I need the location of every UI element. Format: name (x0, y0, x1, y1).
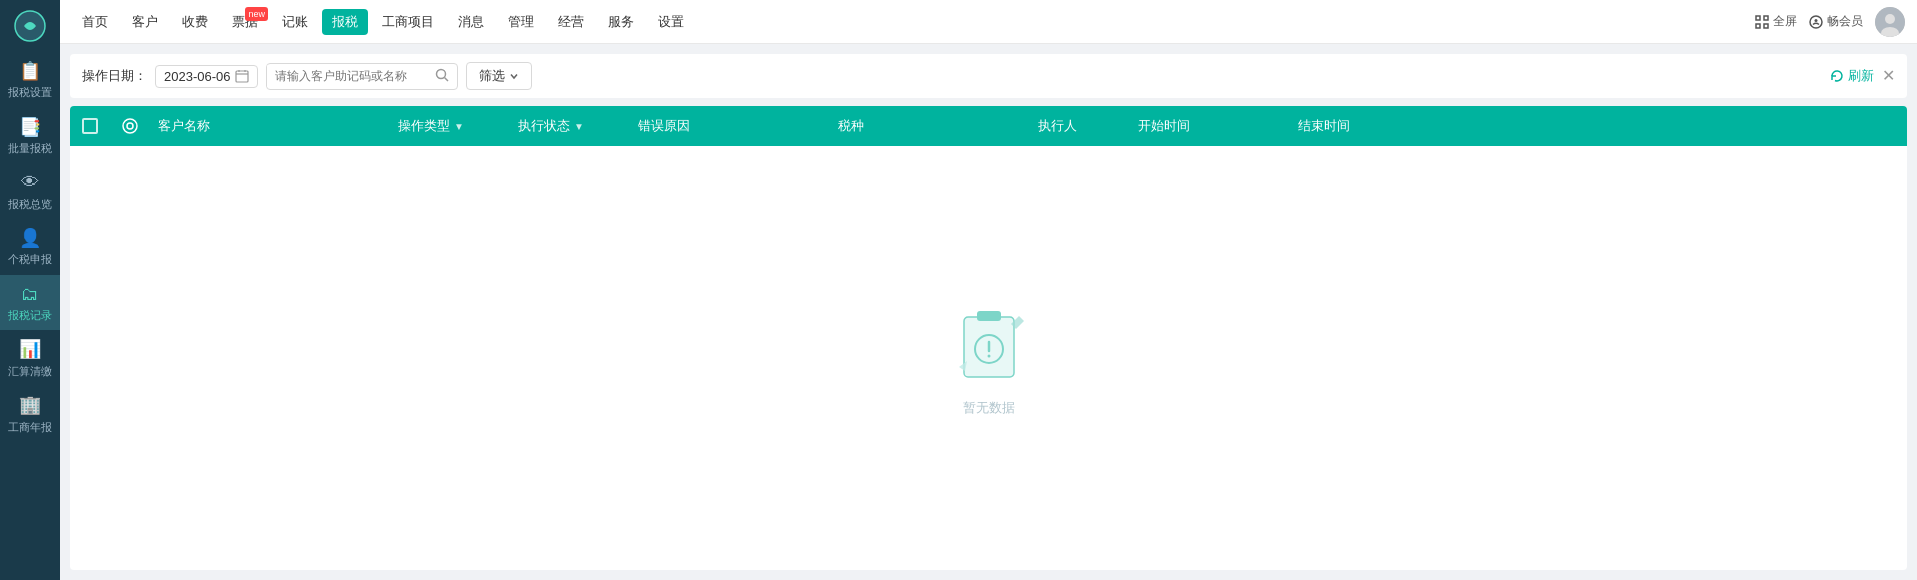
svg-point-16 (127, 123, 133, 129)
svg-rect-10 (236, 71, 248, 82)
svg-rect-1 (1756, 16, 1760, 20)
tax-records-icon: 🗂 (21, 283, 39, 306)
settings-col-icon (122, 118, 138, 134)
nav-items: 首页 客户 收费 票据 new 记账 报税 工商项目 消息 管理 经营 服务 设… (72, 9, 1755, 35)
th-error-reason: 错误原因 (630, 117, 830, 135)
sidebar-item-label: 报税总览 (8, 197, 52, 211)
main-area: 首页 客户 收费 票据 new 记账 报税 工商项目 消息 管理 经营 服务 设… (60, 0, 1917, 580)
refresh-button[interactable]: 刷新 (1830, 67, 1874, 85)
calendar-icon (235, 69, 249, 83)
nav-customer[interactable]: 客户 (122, 9, 168, 35)
tax-summary-icon: 👁 (21, 171, 39, 194)
fullscreen-icon (1755, 15, 1769, 29)
th-customer: 客户名称 (150, 117, 390, 135)
sidebar-item-label: 个税申报 (8, 252, 52, 266)
sidebar-item-label: 工商年报 (8, 420, 52, 434)
sidebar-item-annual-report[interactable]: 🏢 工商年报 (0, 386, 60, 442)
member-icon (1809, 15, 1823, 29)
sidebar-item-label: 批量报税 (8, 141, 52, 155)
sidebar: 📋 报税设置 📑 批量报税 👁 报税总览 👤 个税申报 🗂 报税记录 📊 汇算清… (0, 0, 60, 580)
sort-icon-op-type: ▼ (454, 121, 464, 132)
th-checkbox[interactable] (70, 118, 110, 134)
table-body: 暂无数据 (70, 146, 1907, 570)
svg-point-6 (1815, 19, 1818, 22)
close-button[interactable]: ✕ (1882, 68, 1895, 84)
search-icon (435, 68, 449, 82)
personal-tax-icon: 👤 (19, 227, 41, 250)
th-op-type[interactable]: 操作类型 ▼ (390, 117, 510, 135)
settlement-icon: 📊 (19, 338, 41, 361)
svg-point-14 (436, 69, 445, 78)
filter-label-text: 筛选 (479, 67, 505, 85)
sidebar-item-tax-settings[interactable]: 📋 报税设置 (0, 52, 60, 108)
th-exec-status[interactable]: 执行状态 ▼ (510, 117, 630, 135)
nav-tax[interactable]: 报税 (322, 9, 368, 35)
refresh-icon (1830, 69, 1844, 83)
nav-home[interactable]: 首页 (72, 9, 118, 35)
search-input[interactable] (267, 65, 427, 87)
annual-report-icon: 🏢 (19, 394, 41, 417)
svg-rect-4 (1764, 24, 1768, 28)
select-all-checkbox[interactable] (82, 118, 98, 134)
filter-button[interactable]: 筛选 (466, 62, 532, 90)
nav-messages[interactable]: 消息 (448, 9, 494, 35)
member-label: 畅会员 (1827, 13, 1863, 30)
page-content: 操作日期： 2023-06-06 (60, 44, 1917, 580)
nav-services[interactable]: 服务 (598, 9, 644, 35)
sidebar-item-settlement[interactable]: 📊 汇算清缴 (0, 330, 60, 386)
nav-accounts[interactable]: 记账 (272, 9, 318, 35)
empty-state: 暂无数据 (70, 146, 1907, 570)
fullscreen-label: 全屏 (1773, 13, 1797, 30)
batch-tax-icon: 📑 (19, 116, 41, 139)
date-value: 2023-06-06 (164, 69, 231, 84)
svg-point-22 (987, 355, 990, 358)
search-box (266, 63, 458, 90)
top-navbar: 首页 客户 收费 票据 new 记账 报税 工商项目 消息 管理 经营 服务 设… (60, 0, 1917, 44)
search-button[interactable] (427, 64, 457, 89)
th-settings[interactable] (110, 118, 150, 134)
sort-icon-exec-status: ▼ (574, 121, 584, 132)
svg-rect-2 (1764, 16, 1768, 20)
date-picker[interactable]: 2023-06-06 (155, 65, 258, 88)
nav-invoice[interactable]: 票据 new (222, 9, 268, 35)
nav-business[interactable]: 工商项目 (372, 9, 444, 35)
th-tax-type: 税种 (830, 117, 1030, 135)
sidebar-item-label: 报税记录 (8, 308, 52, 322)
nav-operations[interactable]: 经营 (548, 9, 594, 35)
sidebar-item-tax-summary[interactable]: 👁 报税总览 (0, 163, 60, 219)
th-executor: 执行人 (1030, 117, 1130, 135)
svg-rect-19 (977, 311, 1001, 321)
refresh-label: 刷新 (1848, 67, 1874, 85)
member-button[interactable]: 畅会员 (1809, 13, 1863, 30)
invoice-badge: new (245, 7, 268, 21)
avatar-image (1875, 7, 1905, 37)
sidebar-item-label: 汇算清缴 (8, 364, 52, 378)
navbar-right: 全屏 畅会员 (1755, 7, 1905, 37)
empty-text: 暂无数据 (963, 399, 1015, 417)
sidebar-item-personal-tax[interactable]: 👤 个税申报 (0, 219, 60, 275)
user-avatar[interactable] (1875, 7, 1905, 37)
svg-point-8 (1885, 14, 1895, 24)
nav-management[interactable]: 管理 (498, 9, 544, 35)
sidebar-item-batch-tax[interactable]: 📑 批量报税 (0, 108, 60, 164)
tax-settings-icon: 📋 (19, 60, 41, 83)
sidebar-item-label: 报税设置 (8, 85, 52, 99)
nav-billing[interactable]: 收费 (172, 9, 218, 35)
data-table: 客户名称 操作类型 ▼ 执行状态 ▼ 错误原因 税种 执行人 (70, 106, 1907, 570)
nav-settings[interactable]: 设置 (648, 9, 694, 35)
chevron-down-icon (509, 71, 519, 81)
svg-point-17 (123, 119, 137, 133)
date-label: 操作日期： (82, 67, 147, 85)
sidebar-item-tax-records[interactable]: 🗂 报税记录 (0, 275, 60, 331)
th-end-time: 结束时间 (1290, 117, 1410, 135)
empty-svg (949, 299, 1029, 389)
table-header: 客户名称 操作类型 ▼ 执行状态 ▼ 错误原因 税种 执行人 (70, 106, 1907, 146)
empty-illustration (949, 299, 1029, 389)
svg-rect-3 (1756, 24, 1760, 28)
svg-line-15 (444, 77, 448, 81)
filter-bar: 操作日期： 2023-06-06 (70, 54, 1907, 98)
th-start-time: 开始时间 (1130, 117, 1290, 135)
sidebar-logo[interactable] (12, 8, 48, 44)
fullscreen-button[interactable]: 全屏 (1755, 13, 1797, 30)
